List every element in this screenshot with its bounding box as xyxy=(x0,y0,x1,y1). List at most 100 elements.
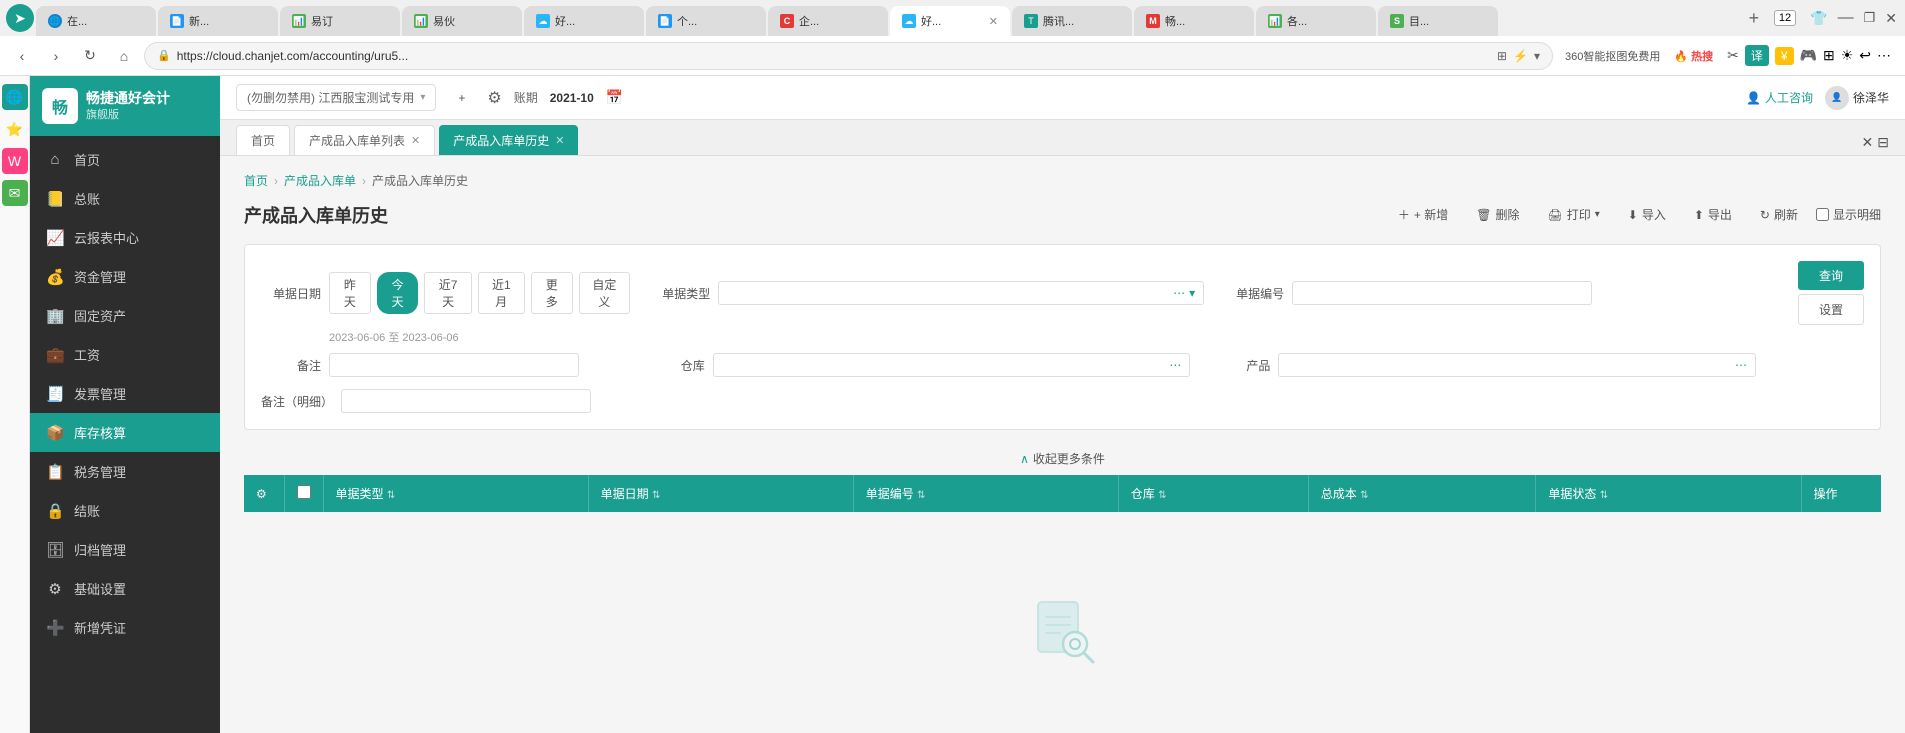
product-select[interactable]: ⋯ xyxy=(1278,353,1756,377)
sidebar-item-inventory[interactable]: 📦 库存核算 xyxy=(30,413,220,452)
minimize-button[interactable]: — xyxy=(1838,9,1854,27)
browser-tab[interactable]: ☁ 好... xyxy=(524,6,644,36)
user-service-button[interactable]: 👤 人工咨询 xyxy=(1746,89,1813,106)
quick-icon-3[interactable]: W xyxy=(2,148,28,174)
home-button[interactable]: ⌂ xyxy=(110,42,138,70)
date-btn-more[interactable]: 更多 xyxy=(531,272,573,314)
print-button[interactable]: 🖨 打印 ▾ xyxy=(1537,201,1609,228)
th-status[interactable]: 单据状态 ⇅ xyxy=(1536,475,1801,512)
browser-tab[interactable]: 🌐 在... xyxy=(36,6,156,36)
sidebar-item-tax[interactable]: 📋 税务管理 xyxy=(30,452,220,491)
add-company-button[interactable]: + xyxy=(448,86,475,110)
settings-icon[interactable]: ⋯ xyxy=(1877,47,1891,64)
th-cost[interactable]: 总成本 ⇅ xyxy=(1308,475,1536,512)
import-button[interactable]: ⬇ 导入 xyxy=(1618,201,1676,228)
th-date[interactable]: 单据日期 ⇅ xyxy=(588,475,853,512)
breadcrumb-list[interactable]: 产成品入库单 xyxy=(284,172,356,189)
sidebar-item-assets[interactable]: 🏢 固定资产 xyxy=(30,296,220,335)
game-icon[interactable]: 🎮 xyxy=(1800,47,1817,64)
detail-note-input[interactable] xyxy=(341,389,591,413)
sidebar-item-archive[interactable]: 🗄 归档管理 xyxy=(30,530,220,569)
expand-icon[interactable]: ⊟ xyxy=(1877,134,1889,151)
refresh-button[interactable]: ↻ 刷新 xyxy=(1750,201,1808,228)
quick-icon-4[interactable]: ✉ xyxy=(2,180,28,206)
date-btn-today[interactable]: 今天 xyxy=(377,272,419,314)
type-select[interactable]: ⋯ ▾ xyxy=(718,281,1204,305)
browser-tab[interactable]: 📊 易伙 xyxy=(402,6,522,36)
select-all-checkbox[interactable] xyxy=(297,485,311,499)
show-detail-checkbox[interactable] xyxy=(1816,208,1829,221)
calendar-icon[interactable]: 📅 xyxy=(606,89,623,106)
th-settings[interactable]: ⚙ xyxy=(244,475,284,512)
user-info[interactable]: 👤 徐泽华 xyxy=(1825,86,1889,110)
delete-button[interactable]: 🗑 删除 xyxy=(1466,201,1529,228)
sidebar-item-invoice[interactable]: 🧾 发票管理 xyxy=(30,374,220,413)
browser-tab[interactable]: C 企... xyxy=(768,6,888,36)
tab-close-icon[interactable]: ✕ xyxy=(989,15,998,28)
export-button[interactable]: ⬆ 导出 xyxy=(1684,201,1742,228)
yuan-icon[interactable]: ¥ xyxy=(1775,47,1794,65)
query-button[interactable]: 查询 xyxy=(1798,261,1864,290)
tab-close-icon[interactable]: ✕ xyxy=(555,134,564,147)
sun-icon[interactable]: ☀ xyxy=(1841,47,1854,64)
date-btn-custom[interactable]: 自定义 xyxy=(579,272,631,314)
date-btn-yesterday[interactable]: 昨天 xyxy=(329,272,371,314)
settings-button[interactable]: 设置 xyxy=(1798,294,1864,325)
browser-tab[interactable]: 📄 个... xyxy=(646,6,766,36)
tab-list[interactable]: 产成品入库单列表 ✕ xyxy=(294,125,435,155)
tab-close-icon[interactable]: ✕ xyxy=(411,134,420,147)
th-checkbox[interactable] xyxy=(284,475,323,512)
restore-button[interactable]: ❐ xyxy=(1864,10,1876,26)
sidebar-item-newbill[interactable]: ➕ 新增凭证 xyxy=(30,608,220,647)
browser-tab[interactable]: 📊 易订 xyxy=(280,6,400,36)
th-type[interactable]: 单据类型 ⇅ xyxy=(323,475,588,512)
close-panel-icon[interactable]: ✕ xyxy=(1862,134,1874,151)
dropdown-arrow-icon[interactable]: ▾ xyxy=(1534,49,1540,63)
browser-tab[interactable]: T 腾讯... xyxy=(1012,6,1132,36)
browser-tab-active[interactable]: ☁ 好... ✕ xyxy=(890,6,1010,36)
grid2-icon[interactable]: ⊞ xyxy=(1823,47,1835,64)
sidebar-item-settings[interactable]: ⚙ 基础设置 xyxy=(30,569,220,608)
quick-icon-1[interactable]: 🌐 xyxy=(2,84,28,110)
browser-tab[interactable]: M 畅... xyxy=(1134,6,1254,36)
sidebar-item-payroll[interactable]: 💼 工资 xyxy=(30,335,220,374)
new-tab-button[interactable]: + xyxy=(1740,4,1768,32)
sidebar-item-ledger[interactable]: 📒 总账 xyxy=(30,179,220,218)
scissors-icon[interactable]: ✂ xyxy=(1727,47,1739,64)
tab-home[interactable]: 首页 xyxy=(236,125,290,155)
sidebar-item-reports[interactable]: 📈 云报表中心 xyxy=(30,218,220,257)
dropdown-more-icon[interactable]: ⋯ xyxy=(1173,286,1185,300)
back-button[interactable]: ‹ xyxy=(8,42,36,70)
number-input[interactable] xyxy=(1292,281,1592,305)
product-more-icon[interactable]: ⋯ xyxy=(1735,358,1747,372)
browser-back-icon[interactable]: ➤ xyxy=(6,4,34,32)
browser-tab[interactable]: 📊 各... xyxy=(1256,6,1376,36)
th-warehouse[interactable]: 仓库 ⇅ xyxy=(1118,475,1308,512)
new-button[interactable]: ＋ + 新增 xyxy=(1388,201,1458,228)
warehouse-more-icon[interactable]: ⋯ xyxy=(1169,358,1181,372)
header-settings-icon[interactable]: ⚙ xyxy=(487,88,501,108)
date-btn-1month[interactable]: 近1月 xyxy=(478,272,525,314)
warehouse-select[interactable]: ⋯ xyxy=(713,353,1191,377)
date-btn-7days[interactable]: 近7天 xyxy=(424,272,471,314)
sidebar-item-close[interactable]: 🔒 结账 xyxy=(30,491,220,530)
hot-search[interactable]: 🔥 热搜 xyxy=(1666,45,1721,67)
browser-tab[interactable]: S 目... xyxy=(1378,6,1498,36)
collapse-button[interactable]: ∧ 收起更多条件 xyxy=(1020,450,1105,467)
browser-tab[interactable]: 📄 新... xyxy=(158,6,278,36)
th-number[interactable]: 单据编号 ⇅ xyxy=(853,475,1118,512)
refresh-button[interactable]: ↻ xyxy=(76,42,104,70)
sidebar-item-finance[interactable]: 💰 资金管理 xyxy=(30,257,220,296)
sidebar-header[interactable]: 畅 畅捷通好会计 旗舰版 xyxy=(30,76,220,136)
company-select[interactable]: (勿删勿禁用) 江西服宝测试专用 ▾ xyxy=(236,84,436,111)
note-input[interactable] xyxy=(329,353,579,377)
translate-icon[interactable]: 译 xyxy=(1745,45,1769,66)
breadcrumb-home[interactable]: 首页 xyxy=(244,172,268,189)
sidebar-item-home[interactable]: ⌂ 首页 xyxy=(30,140,220,179)
quick-icon-2[interactable]: ⭐ xyxy=(2,116,28,142)
forward-button[interactable]: › xyxy=(42,42,70,70)
close-button[interactable]: ✕ xyxy=(1885,10,1897,27)
address-box[interactable]: 🔒 https://cloud.chanjet.com/accounting/u… xyxy=(144,42,1553,70)
undo-icon[interactable]: ↩ xyxy=(1859,47,1871,64)
tab-history[interactable]: 产成品入库单历史 ✕ xyxy=(439,125,578,155)
